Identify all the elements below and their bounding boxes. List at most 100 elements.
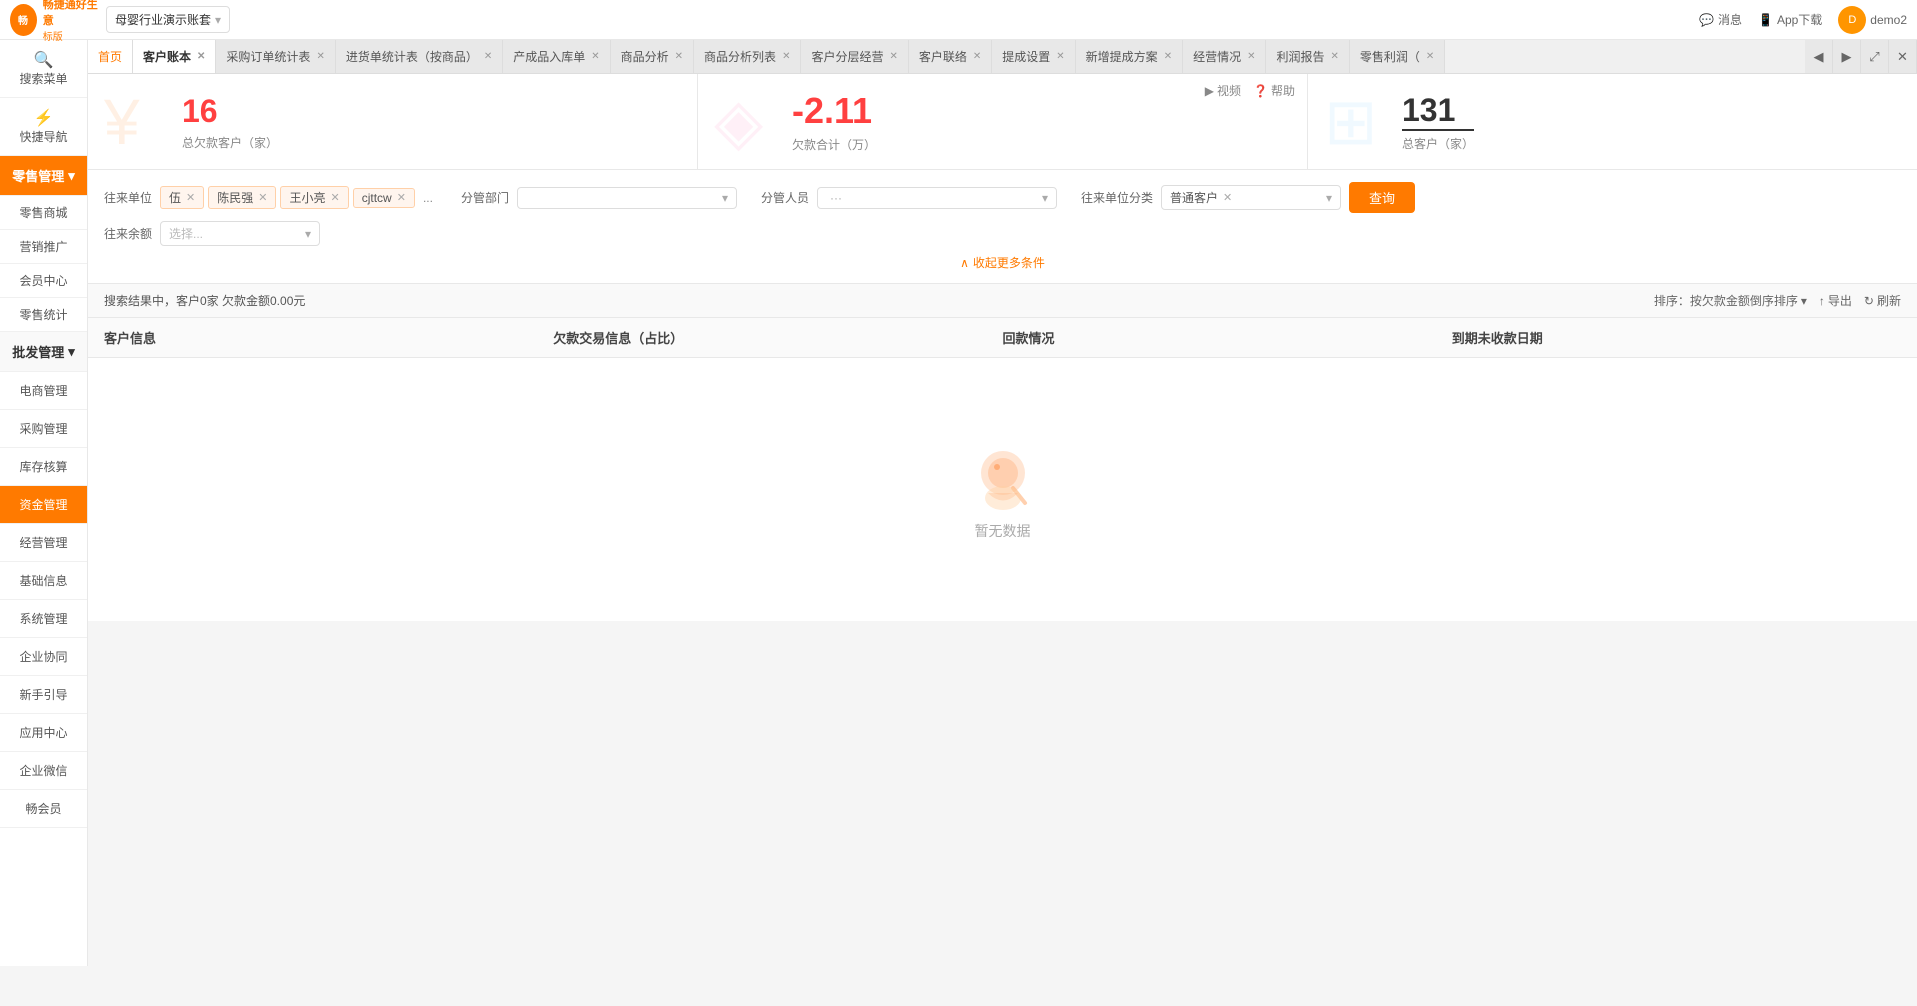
stat-top-right: ▶ 视频 ❓ 帮助 (1205, 82, 1295, 99)
message-button[interactable]: 💬 消息 (1699, 11, 1742, 28)
stat-card-total-clients: ⊞ 131 总客户（家） (1308, 74, 1917, 169)
collapse-button[interactable]: ∧ 收起更多条件 (960, 254, 1045, 271)
tab-home[interactable]: 首页 (88, 40, 133, 73)
sidebar: 🔍 搜索菜单 ⚡ 快捷导航 零售管理 ▾ 零售商城 营销推广 会员中心 零售统计… (0, 40, 88, 966)
sidebar-item-app-center[interactable]: 应用中心 (0, 714, 87, 752)
svg-text:畅: 畅 (18, 14, 28, 27)
tab-profit-report[interactable]: 利润报告 ✕ (1266, 40, 1349, 73)
chevron-right-icon: ▾ (68, 344, 75, 360)
tab-promotion-settings[interactable]: 提成设置 ✕ (992, 40, 1075, 73)
sort-label[interactable]: 排序：按欠款金额倒序排序 ▾ (1654, 292, 1807, 309)
filter-tag-unit-2: 陈民强 ✕ (208, 186, 276, 209)
sidebar-item-purchase-mgmt[interactable]: 采购管理 (0, 410, 87, 448)
tab-close-product-analysis[interactable]: ✕ (675, 51, 683, 62)
user-profile[interactable]: D demo2 (1838, 6, 1907, 34)
empty-icon (953, 438, 1053, 521)
app-download-button[interactable]: 📱 App下载 (1758, 11, 1822, 28)
collapse-row: ∧ 收起更多条件 (104, 254, 1901, 271)
export-button[interactable]: ↑ 导出 (1819, 292, 1852, 309)
help-link[interactable]: ❓ 帮助 (1253, 82, 1295, 99)
filter-select-dept[interactable]: ▾ (517, 187, 737, 209)
tab-close-product-analysis-list[interactable]: ✕ (782, 51, 790, 62)
tab-expand[interactable]: ⤢ (1861, 40, 1889, 74)
store-selector[interactable]: 母婴行业演示账套 ▾ (106, 6, 230, 33)
query-button[interactable]: 查询 (1349, 182, 1415, 213)
sidebar-item-wholesale-mgmt[interactable]: 批发管理 ▾ (0, 332, 87, 372)
sidebar-item-retail-mgmt[interactable]: 零售管理 ▾ (0, 156, 87, 196)
tab-business-situation[interactable]: 经营情况 ✕ (1183, 40, 1266, 73)
tab-nav-prev[interactable]: ◀ (1805, 40, 1833, 74)
sidebar-item-basic-info[interactable]: 基础信息 (0, 562, 87, 600)
filter-select-unit-class[interactable]: 普通客户 ✕ ▾ (1161, 185, 1341, 210)
tab-close-purchase-stats[interactable]: ✕ (316, 51, 324, 62)
video-link[interactable]: ▶ 视频 (1205, 82, 1241, 99)
remove-tag-unit-2[interactable]: ✕ (258, 191, 267, 204)
filter-tag-unit-4: cjttcw ✕ (353, 188, 415, 208)
logo-area: 畅 畅捷通好生意 标版 (10, 0, 98, 43)
tab-close-new-promotion-plan[interactable]: ✕ (1164, 51, 1172, 62)
tab-close-profit-report[interactable]: ✕ (1331, 51, 1339, 62)
tab-purchase-stats[interactable]: 采购订单统计表 ✕ (216, 40, 335, 73)
tab-customer-segments[interactable]: 客户分层经营 ✕ (801, 40, 908, 73)
tab-close-retail-profit[interactable]: ✕ (1426, 51, 1434, 62)
stat-info-arrears: -2.11 欠款合计（万） (722, 90, 876, 153)
export-icon: ↑ (1819, 294, 1825, 308)
filter-row-unit: 往来单位 伍 ✕ 陈民强 ✕ 王小亮 ✕ (104, 182, 1901, 213)
sidebar-item-vip-member[interactable]: 畅会员 (0, 790, 87, 828)
remove-tag-class-1[interactable]: ✕ (1223, 191, 1232, 204)
sidebar-item-enterprise-collab[interactable]: 企业协同 (0, 638, 87, 676)
remove-tag-unit-3[interactable]: ✕ (331, 191, 340, 204)
sidebar-item-operations-mgmt[interactable]: 经营管理 (0, 524, 87, 562)
message-icon: 💬 (1699, 13, 1714, 27)
sidebar-item-system-mgmt[interactable]: 系统管理 (0, 600, 87, 638)
sidebar-item-retail-stats[interactable]: 零售统计 (0, 298, 87, 332)
empty-text: 暂无数据 (975, 521, 1031, 541)
sidebar-item-finance-mgmt[interactable]: 资金管理 (0, 486, 87, 524)
table-header-customer-info: 客户信息 (104, 328, 553, 347)
sidebar-item-quick-nav[interactable]: ⚡ 快捷导航 (0, 98, 87, 156)
refresh-icon: ↻ (1864, 294, 1874, 308)
tab-close-stock-stats[interactable]: ✕ (484, 51, 492, 62)
top-bar: 畅 畅捷通好生意 标版 母婴行业演示账套 ▾ 💬 消息 📱 App下载 D de… (0, 0, 1917, 40)
sidebar-item-newbie-guide[interactable]: 新手引导 (0, 676, 87, 714)
tab-product-analysis[interactable]: 商品分析 ✕ (611, 40, 694, 73)
remove-tag-unit-1[interactable]: ✕ (186, 191, 195, 204)
tab-accounts[interactable]: 客户账本 ✕ (133, 40, 216, 73)
tab-close-promotion-settings[interactable]: ✕ (1056, 51, 1064, 62)
tab-stock-stats[interactable]: 进货单统计表（按商品） ✕ (336, 40, 503, 73)
tab-close-business-situation[interactable]: ✕ (1247, 51, 1255, 62)
tab-product-analysis-list[interactable]: 商品分析列表 ✕ (694, 40, 801, 73)
sidebar-item-marketing[interactable]: 营销推广 (0, 230, 87, 264)
sidebar-item-search[interactable]: 🔍 搜索菜单 (0, 40, 87, 98)
tab-product-entry[interactable]: 产成品入库单 ✕ (503, 40, 610, 73)
filter-tag-unit-3: 王小亮 ✕ (280, 186, 348, 209)
tab-close-customer-contact[interactable]: ✕ (973, 51, 981, 62)
tab-close-all[interactable]: ✕ (1889, 40, 1917, 74)
sidebar-item-enterprise-wechat[interactable]: 企业微信 (0, 752, 87, 790)
filter-tag-class-1: 普通客户 ✕ (1170, 189, 1232, 206)
filter-select-balance[interactable]: 选择... ▾ (160, 221, 320, 246)
filter-label-unit: 往来单位 (104, 189, 152, 206)
tab-new-promotion-plan[interactable]: 新增提成方案 ✕ (1076, 40, 1183, 73)
tab-customer-contact[interactable]: 客户联络 ✕ (909, 40, 992, 73)
tab-nav-next[interactable]: ▶ (1833, 40, 1861, 74)
sidebar-item-inventory[interactable]: 库存核算 (0, 448, 87, 486)
table-header-arrears-info: 欠款交易信息（占比） (553, 328, 1002, 347)
filter-select-person[interactable]: ··· ▾ (817, 187, 1057, 209)
stat-value-arrears: -2.11 (792, 90, 876, 132)
remove-tag-unit-4[interactable]: ✕ (397, 191, 406, 204)
stat-card-arrears: ◈ -2.11 欠款合计（万） ▶ 视频 ❓ 帮助 (698, 74, 1308, 169)
tab-close-product-entry[interactable]: ✕ (591, 51, 599, 62)
tab-close-customer-segments[interactable]: ✕ (889, 51, 897, 62)
chevron-down-icon: ▾ (68, 168, 75, 184)
sidebar-item-member-center[interactable]: 会员中心 (0, 264, 87, 298)
filter-dots: ··· (830, 191, 842, 205)
chevron-down-icon: ▾ (722, 191, 728, 205)
sidebar-item-retail-shop[interactable]: 零售商城 (0, 196, 87, 230)
filter-more-tags[interactable]: ... (419, 189, 437, 207)
stat-value-clients[interactable]: 131 (1402, 92, 1474, 131)
tab-close-accounts[interactable]: ✕ (197, 51, 205, 62)
refresh-button[interactable]: ↻ 刷新 (1864, 292, 1901, 309)
sidebar-item-ecommerce-mgmt[interactable]: 电商管理 (0, 372, 87, 410)
tab-retail-profit[interactable]: 零售利润（ ✕ (1350, 40, 1445, 73)
